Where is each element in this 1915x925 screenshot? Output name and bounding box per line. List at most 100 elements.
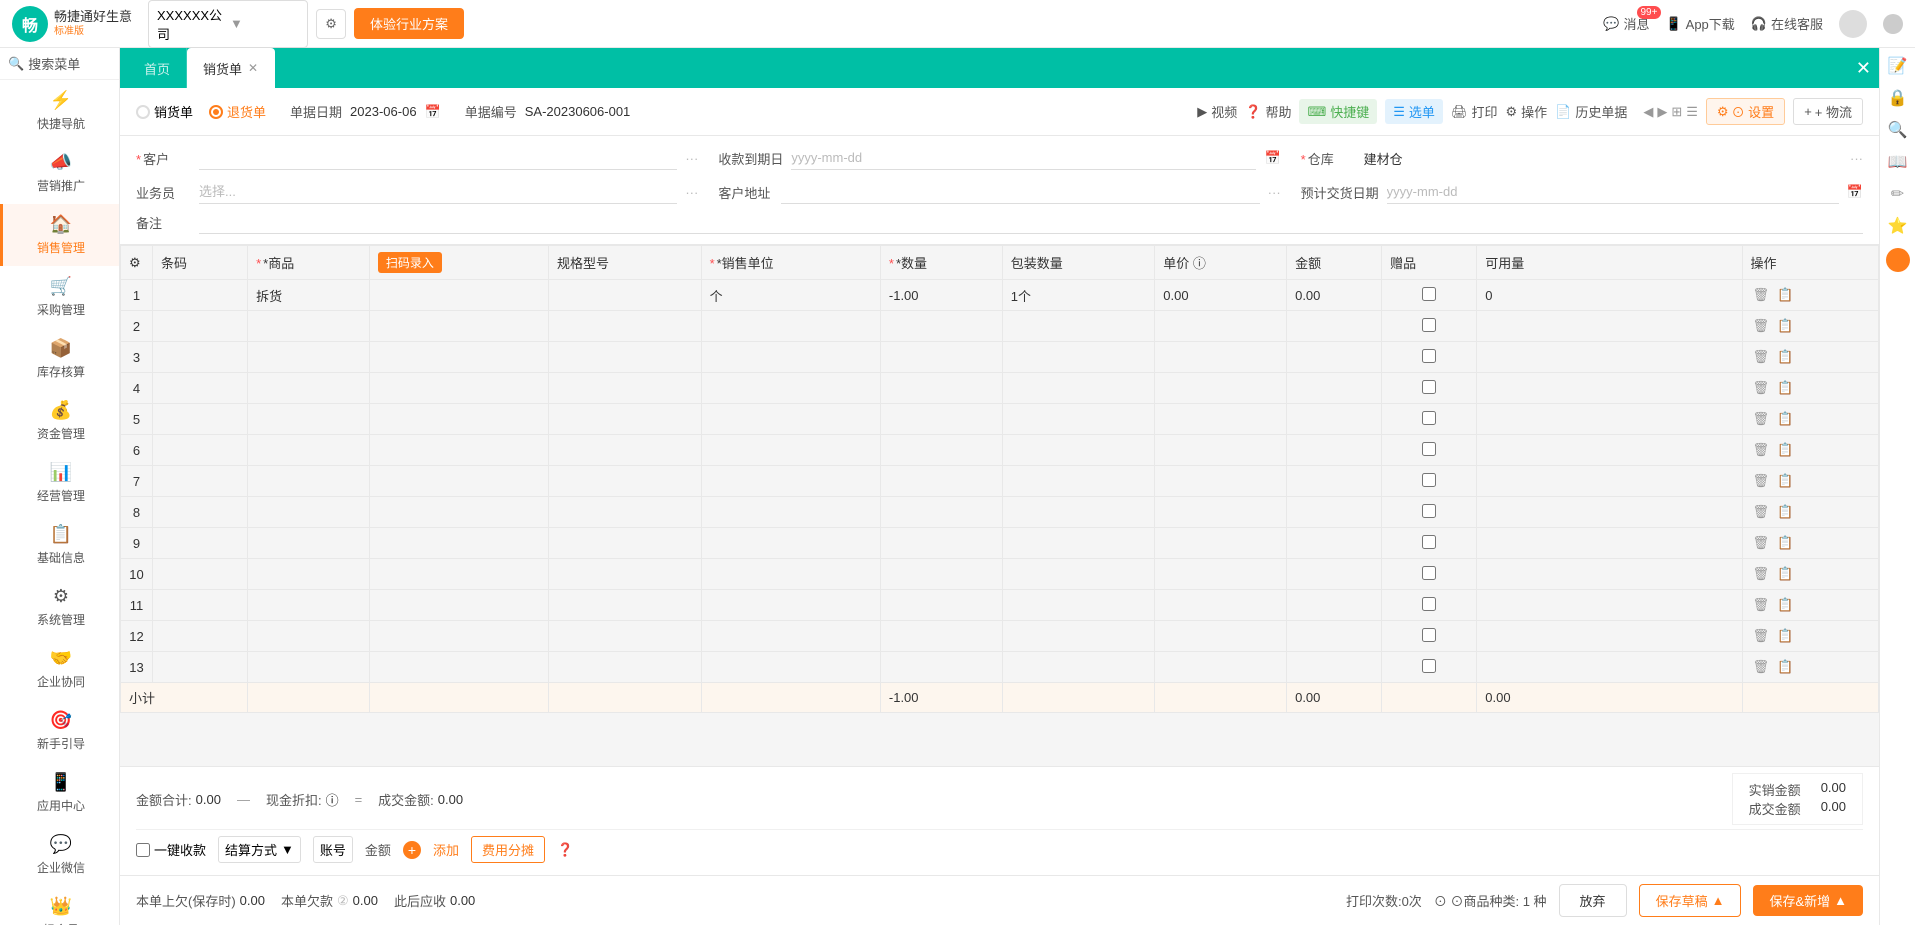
customer-addr-more-icon[interactable]: ··· bbox=[1268, 185, 1281, 200]
copy-row-icon[interactable]: 📋 bbox=[1775, 564, 1795, 584]
cell-price[interactable] bbox=[1155, 404, 1287, 435]
cell-qty[interactable] bbox=[880, 311, 1002, 342]
sidebar-item-purchase[interactable]: 🛒 采购管理 bbox=[0, 266, 119, 328]
cell-product[interactable] bbox=[248, 342, 370, 373]
cell-barcode[interactable] bbox=[153, 652, 248, 683]
cell-unit[interactable] bbox=[701, 466, 880, 497]
sidebar-item-member[interactable]: 👑 畅会员 bbox=[0, 886, 119, 925]
trial-button[interactable]: 体验行业方案 bbox=[354, 8, 464, 39]
cell-gift[interactable] bbox=[1382, 311, 1477, 342]
cell-pkg-qty[interactable] bbox=[1002, 528, 1155, 559]
cell-barcode[interactable] bbox=[153, 435, 248, 466]
gift-checkbox[interactable] bbox=[1422, 442, 1436, 456]
cell-amount[interactable] bbox=[1287, 528, 1382, 559]
delete-row-icon[interactable]: 🗑 bbox=[1751, 626, 1772, 646]
gift-checkbox[interactable] bbox=[1422, 566, 1436, 580]
cell-product[interactable] bbox=[248, 590, 370, 621]
cell-spec[interactable] bbox=[549, 621, 702, 652]
cell-unit[interactable] bbox=[701, 590, 880, 621]
cell-price[interactable] bbox=[1155, 497, 1287, 528]
cell-qty[interactable] bbox=[880, 435, 1002, 466]
cell-pkg-qty[interactable] bbox=[1002, 435, 1155, 466]
cell-product[interactable] bbox=[248, 435, 370, 466]
cell-product[interactable] bbox=[248, 528, 370, 559]
cell-amount[interactable] bbox=[1287, 590, 1382, 621]
next-record-button[interactable]: ▶ bbox=[1657, 104, 1667, 120]
cell-barcode[interactable] bbox=[153, 528, 248, 559]
remarks-input[interactable] bbox=[199, 210, 1863, 234]
cell-pkg-qty[interactable] bbox=[1002, 590, 1155, 621]
cell-barcode[interactable] bbox=[153, 559, 248, 590]
one-click-checkbox-input[interactable] bbox=[136, 843, 150, 857]
cell-gift[interactable] bbox=[1382, 621, 1477, 652]
delete-row-icon[interactable]: 🗑 bbox=[1751, 533, 1772, 553]
due-date-input[interactable] bbox=[791, 146, 1256, 170]
settings-action-button[interactable]: ⚙ ⊙ 设置 bbox=[1706, 98, 1785, 125]
cell-amount[interactable] bbox=[1287, 466, 1382, 497]
grid-view-button[interactable]: ⊞ bbox=[1671, 104, 1682, 120]
one-click-payment-checkbox[interactable]: 一键收款 bbox=[136, 840, 206, 859]
cell-price[interactable] bbox=[1155, 311, 1287, 342]
col-settings[interactable]: ⚙ bbox=[121, 246, 153, 280]
fenyong-help-icon[interactable]: ❓ bbox=[557, 842, 573, 858]
delete-row-icon[interactable]: 🗑 bbox=[1751, 285, 1772, 305]
cell-unit[interactable] bbox=[701, 621, 880, 652]
cell-barcode[interactable] bbox=[153, 373, 248, 404]
cell-product[interactable] bbox=[248, 466, 370, 497]
cell-qty[interactable] bbox=[880, 466, 1002, 497]
salesperson-more-icon[interactable]: ··· bbox=[685, 185, 698, 200]
cell-spec[interactable] bbox=[549, 497, 702, 528]
delete-row-icon[interactable]: 🗑 bbox=[1751, 595, 1772, 615]
cell-spec[interactable] bbox=[549, 528, 702, 559]
cell-qty[interactable] bbox=[880, 342, 1002, 373]
warehouse-more-icon[interactable]: ··· bbox=[1850, 151, 1863, 166]
cell-barcode[interactable] bbox=[153, 497, 248, 528]
cell-spec[interactable] bbox=[549, 559, 702, 590]
cell-unit[interactable] bbox=[701, 311, 880, 342]
list-view-button[interactable]: ☰ bbox=[1686, 104, 1698, 120]
tab-close-icon[interactable]: ✕ bbox=[248, 61, 258, 75]
cell-amount[interactable] bbox=[1287, 373, 1382, 404]
copy-row-icon[interactable]: 📋 bbox=[1775, 378, 1795, 398]
cell-spec[interactable] bbox=[549, 404, 702, 435]
user-avatar[interactable] bbox=[1839, 10, 1867, 38]
cell-spec[interactable] bbox=[549, 373, 702, 404]
cell-product[interactable] bbox=[248, 404, 370, 435]
cell-unit[interactable]: 个 bbox=[701, 280, 880, 311]
cell-amount[interactable] bbox=[1287, 497, 1382, 528]
cell-barcode[interactable] bbox=[153, 590, 248, 621]
video-button[interactable]: ▶ 视频 bbox=[1197, 102, 1237, 121]
message-button[interactable]: 💬 消息 99+ bbox=[1603, 14, 1649, 33]
cell-product[interactable] bbox=[248, 621, 370, 652]
cell-amount[interactable] bbox=[1287, 621, 1382, 652]
cell-unit[interactable] bbox=[701, 497, 880, 528]
tab-bar-close-button[interactable]: ✕ bbox=[1856, 58, 1871, 79]
copy-row-icon[interactable]: 📋 bbox=[1775, 533, 1795, 553]
cell-product[interactable] bbox=[248, 311, 370, 342]
delete-row-icon[interactable]: 🗑 bbox=[1751, 347, 1772, 367]
copy-row-icon[interactable]: 📋 bbox=[1775, 285, 1795, 305]
total-owe-help-icon[interactable]: ② bbox=[337, 893, 349, 909]
due-date-calendar-icon[interactable]: 📅 bbox=[1264, 150, 1280, 166]
cell-unit[interactable] bbox=[701, 435, 880, 466]
sidebar-item-quick-nav[interactable]: ⚡ 快捷导航 bbox=[0, 80, 119, 142]
sidebar-search[interactable]: 🔍 搜索菜单 bbox=[0, 48, 119, 80]
delete-row-icon[interactable]: 🗑 bbox=[1751, 378, 1772, 398]
cell-unit[interactable] bbox=[701, 373, 880, 404]
cell-price[interactable] bbox=[1155, 435, 1287, 466]
cell-barcode[interactable] bbox=[153, 342, 248, 373]
cell-gift[interactable] bbox=[1382, 466, 1477, 497]
sidebar-item-marketing[interactable]: 📣 营销推广 bbox=[0, 142, 119, 204]
sidebar-item-wechat[interactable]: 💬 企业微信 bbox=[0, 824, 119, 886]
cell-qty[interactable]: -1.00 bbox=[880, 280, 1002, 311]
tab-home[interactable]: 首页 bbox=[128, 48, 187, 88]
cell-qty[interactable] bbox=[880, 528, 1002, 559]
cell-gift[interactable] bbox=[1382, 373, 1477, 404]
cell-amount[interactable] bbox=[1287, 435, 1382, 466]
cell-unit[interactable] bbox=[701, 559, 880, 590]
cell-barcode[interactable] bbox=[153, 311, 248, 342]
payment-method-select[interactable]: 结算方式 ▼ bbox=[218, 836, 301, 863]
radio-sale[interactable]: 销货单 bbox=[136, 102, 193, 121]
sidebar-item-enterprise[interactable]: 🤝 企业协同 bbox=[0, 638, 119, 700]
copy-row-icon[interactable]: 📋 bbox=[1775, 347, 1795, 367]
